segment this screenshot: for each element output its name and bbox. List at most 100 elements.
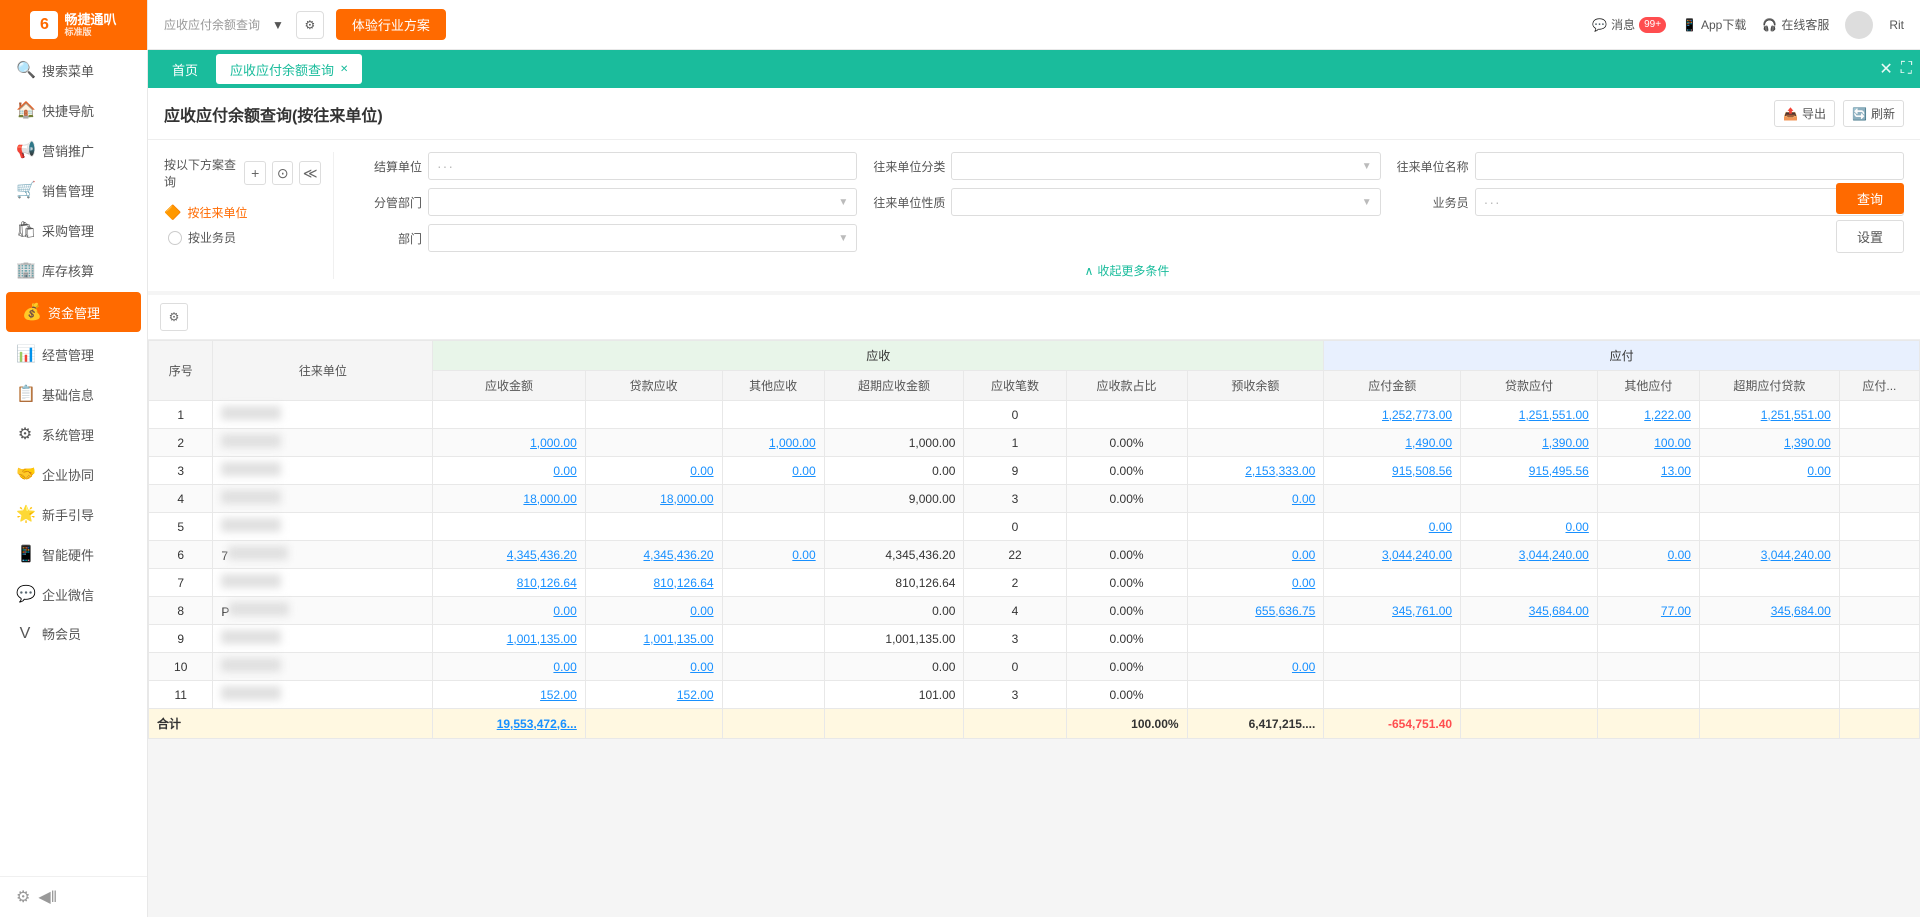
cell-other-payable[interactable]: [1597, 653, 1699, 681]
message-btn[interactable]: 💬 消息 99+: [1592, 16, 1666, 33]
sidebar-item-finance[interactable]: 💰资金管理: [6, 292, 141, 332]
cell-receivable-amount[interactable]: 18,000.00: [433, 485, 585, 513]
input-unit-cat[interactable]: ▼: [951, 152, 1380, 180]
tab-maximize-icon[interactable]: ⛶: [1901, 60, 1912, 78]
filter-settings-btn[interactable]: ⊙: [272, 161, 294, 185]
cell-overdue-payable[interactable]: 1,251,551.00: [1699, 401, 1839, 429]
cell-other-payable[interactable]: [1597, 569, 1699, 597]
cell-overdue-payable[interactable]: [1699, 653, 1839, 681]
cell-loan-receivable[interactable]: 1,001,135.00: [585, 625, 722, 653]
cell-payable-amount[interactable]: 915,508.56: [1324, 457, 1461, 485]
refresh-btn[interactable]: 🔄 刷新: [1843, 100, 1904, 127]
cell-other-receivable[interactable]: [722, 625, 824, 653]
cell-advance-balance[interactable]: 0.00: [1187, 569, 1324, 597]
cell-receivable-amount[interactable]: 1,000.00: [433, 429, 585, 457]
sidebar-item-enterprise-wechat[interactable]: 💬企业微信: [0, 574, 147, 614]
sidebar-item-inventory[interactable]: 🏢库存核算: [0, 250, 147, 290]
cell-payable-amount[interactable]: [1324, 653, 1461, 681]
user-avatar[interactable]: [1845, 11, 1873, 39]
tab-ar-ap-query[interactable]: 应收应付余额查询 ✕: [216, 54, 362, 84]
footer-receivable-amount[interactable]: 19,553,472,6...: [433, 709, 585, 739]
input-settlement[interactable]: ···: [428, 152, 857, 180]
collapse-icon[interactable]: ◀‖: [38, 887, 57, 907]
cell-other-payable[interactable]: [1597, 485, 1699, 513]
cell-advance-balance[interactable]: [1187, 681, 1324, 709]
online-support-btn[interactable]: 🎧 在线客服: [1762, 16, 1829, 33]
tab-home[interactable]: 首页: [158, 54, 212, 84]
cell-advance-balance[interactable]: 2,153,333.00: [1187, 457, 1324, 485]
cell-loan-payable[interactable]: [1461, 485, 1598, 513]
cell-advance-balance[interactable]: 0.00: [1187, 485, 1324, 513]
cell-other-receivable[interactable]: [722, 485, 824, 513]
cell-overdue-payable[interactable]: [1699, 625, 1839, 653]
filter-by-unit[interactable]: 🔶 按往来单位: [164, 200, 321, 225]
cell-other-payable[interactable]: 100.00: [1597, 429, 1699, 457]
cell-other-payable[interactable]: 77.00: [1597, 597, 1699, 625]
tab-close-window-icon[interactable]: ✕: [1879, 59, 1892, 79]
cell-overdue-payable[interactable]: 3,044,240.00: [1699, 541, 1839, 569]
add-filter-btn[interactable]: +: [244, 161, 266, 185]
plan-button[interactable]: 体验行业方案: [336, 9, 446, 40]
sidebar-item-member[interactable]: V畅会员: [0, 614, 147, 653]
cell-loan-payable[interactable]: [1461, 653, 1598, 681]
cell-overdue-payable[interactable]: [1699, 513, 1839, 541]
cell-loan-receivable[interactable]: 152.00: [585, 681, 722, 709]
cell-advance-balance[interactable]: [1187, 429, 1324, 457]
cell-advance-balance[interactable]: [1187, 513, 1324, 541]
cell-overdue-payable[interactable]: [1699, 681, 1839, 709]
cell-loan-receivable[interactable]: 0.00: [585, 597, 722, 625]
cell-other-payable[interactable]: 13.00: [1597, 457, 1699, 485]
cell-payable-amount[interactable]: 1,490.00: [1324, 429, 1461, 457]
input-dept[interactable]: ▼: [428, 224, 857, 252]
cell-loan-payable[interactable]: 3,044,240.00: [1461, 541, 1598, 569]
filter-collapse-btn[interactable]: ≪: [299, 161, 321, 185]
query-button[interactable]: 查询: [1836, 183, 1904, 214]
cell-payable-amount[interactable]: [1324, 625, 1461, 653]
cell-receivable-amount[interactable]: 4,345,436.20: [433, 541, 585, 569]
cell-payable-amount[interactable]: [1324, 569, 1461, 597]
cell-loan-receivable[interactable]: 0.00: [585, 653, 722, 681]
cell-payable-amount[interactable]: 0.00: [1324, 513, 1461, 541]
sidebar-item-operations[interactable]: 📊经营管理: [0, 334, 147, 374]
tab-close-icon[interactable]: ✕: [340, 64, 348, 75]
cell-payable-amount[interactable]: 3,044,240.00: [1324, 541, 1461, 569]
cell-loan-receivable[interactable]: [585, 513, 722, 541]
input-unit-name[interactable]: [1475, 152, 1904, 180]
sidebar-item-new-guide[interactable]: 🌟新手引导: [0, 494, 147, 534]
cell-advance-balance[interactable]: [1187, 625, 1324, 653]
cell-receivable-amount[interactable]: [433, 513, 585, 541]
cell-receivable-amount[interactable]: 810,126.64: [433, 569, 585, 597]
cell-payable-amount[interactable]: 1,252,773.00: [1324, 401, 1461, 429]
cell-loan-receivable[interactable]: 0.00: [585, 457, 722, 485]
cell-other-receivable[interactable]: [722, 681, 824, 709]
setting-button[interactable]: 设置: [1836, 220, 1904, 253]
cell-loan-payable[interactable]: [1461, 681, 1598, 709]
cell-payable-amount[interactable]: [1324, 681, 1461, 709]
cell-other-payable[interactable]: [1597, 625, 1699, 653]
cell-overdue-payable[interactable]: [1699, 569, 1839, 597]
cell-loan-receivable[interactable]: 810,126.64: [585, 569, 722, 597]
cell-other-payable[interactable]: [1597, 513, 1699, 541]
filter-by-staff[interactable]: 按业务员: [164, 225, 321, 250]
cell-loan-receivable[interactable]: 4,345,436.20: [585, 541, 722, 569]
cell-loan-payable[interactable]: [1461, 569, 1598, 597]
header-gear-btn[interactable]: ⚙: [296, 11, 324, 39]
collapse-more-btn[interactable]: ∧ 收起更多条件: [350, 262, 1904, 279]
settings-bottom-icon[interactable]: ⚙: [16, 887, 30, 907]
cell-other-payable[interactable]: 1,222.00: [1597, 401, 1699, 429]
header-dropdown[interactable]: ▼: [272, 18, 284, 32]
app-download-btn[interactable]: 📱 App下载: [1682, 16, 1746, 33]
cell-other-receivable[interactable]: [722, 513, 824, 541]
cell-receivable-amount[interactable]: 152.00: [433, 681, 585, 709]
sidebar-item-smart-hardware[interactable]: 📱智能硬件: [0, 534, 147, 574]
cell-receivable-amount[interactable]: [433, 401, 585, 429]
table-scroll-container[interactable]: 序号 往来单位 应收 应付 应收金额 贷款应收 其他应收 超期应收金额 应收笔数…: [148, 340, 1920, 739]
cell-payable-amount[interactable]: [1324, 485, 1461, 513]
sidebar-item-sales[interactable]: 🛒销售管理: [0, 170, 147, 210]
cell-loan-receivable[interactable]: [585, 401, 722, 429]
sidebar-item-search[interactable]: 🔍搜索菜单: [0, 50, 147, 90]
cell-other-payable[interactable]: [1597, 681, 1699, 709]
cell-other-receivable[interactable]: [722, 569, 824, 597]
cell-other-receivable[interactable]: [722, 401, 824, 429]
cell-loan-payable[interactable]: 345,684.00: [1461, 597, 1598, 625]
